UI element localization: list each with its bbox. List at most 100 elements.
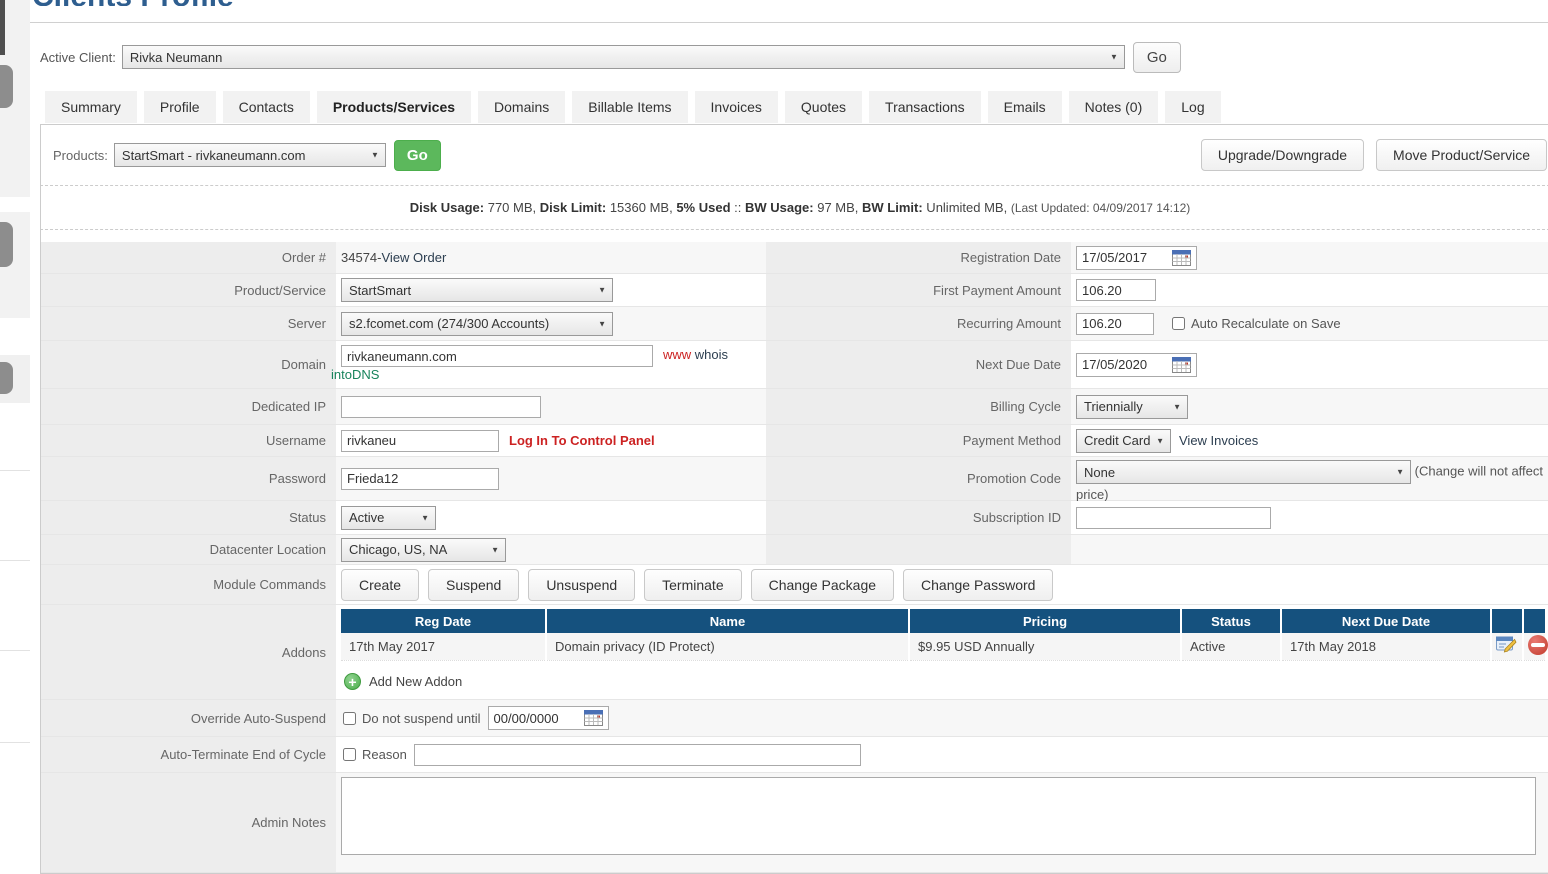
addon-next-due: 17th May 2018	[1281, 633, 1492, 661]
active-client-go-button[interactable]: Go	[1132, 41, 1181, 73]
tab-domains[interactable]: Domains	[478, 91, 566, 123]
products-toolbar: Products: StartSmart - rivkaneumann.com …	[41, 125, 1548, 185]
addons-label: Addons	[41, 605, 336, 700]
next-due-date-field	[1076, 352, 1197, 377]
auto-recalculate-label: Auto Recalculate on Save	[1191, 316, 1341, 331]
view-invoices-link[interactable]: View Invoices	[1179, 433, 1258, 448]
tab-products-services[interactable]: Products/Services	[316, 91, 472, 123]
server-select[interactable]: s2.fcomet.com (274/300 Accounts)	[341, 311, 613, 336]
tab-invoices[interactable]: Invoices	[694, 91, 778, 123]
auto-recalculate-checkbox[interactable]	[1172, 317, 1185, 330]
tab-emails[interactable]: Emails	[987, 91, 1062, 123]
addons-header-reg-date: Reg Date	[341, 609, 547, 633]
view-order-link[interactable]: View Order	[382, 250, 447, 265]
promotion-code-label: Promotion Code	[766, 457, 1071, 501]
addons-table: Reg Date Name Pricing Status Next Due Da…	[341, 609, 1548, 661]
product-service-select[interactable]: StartSmart	[341, 278, 613, 302]
recurring-amount-label: Recurring Amount	[766, 307, 1071, 341]
password-label: Password	[41, 457, 336, 501]
www-link[interactable]: www	[663, 347, 691, 362]
upgrade-downgrade-button[interactable]: Upgrade/Downgrade	[1200, 139, 1365, 171]
move-product-service-button[interactable]: Move Product/Service	[1376, 139, 1547, 171]
divider	[30, 22, 1548, 23]
whois-link[interactable]: whois	[695, 347, 728, 362]
admin-notes-label: Admin Notes	[41, 773, 336, 873]
edit-addon-icon[interactable]	[1496, 636, 1517, 653]
module-commands-label: Module Commands	[41, 565, 336, 605]
subscription-id-label: Subscription ID	[766, 501, 1071, 535]
dedicated-ip-input[interactable]	[341, 395, 541, 418]
create-button[interactable]: Create	[341, 568, 420, 601]
addons-header-status: Status	[1181, 609, 1282, 633]
datacenter-location-select[interactable]: Chicago, US, NA	[341, 537, 506, 562]
username-input[interactable]	[341, 429, 499, 452]
tab-quotes[interactable]: Quotes	[784, 91, 863, 123]
tab-summary[interactable]: Summary	[45, 91, 137, 123]
datacenter-location-label: Datacenter Location	[41, 535, 336, 565]
recurring-amount-input[interactable]	[1076, 312, 1154, 335]
calendar-icon[interactable]	[1172, 249, 1192, 267]
divider	[0, 742, 30, 743]
server-label: Server	[41, 307, 336, 341]
status-select[interactable]: Active	[341, 505, 436, 530]
calendar-icon[interactable]	[583, 709, 604, 727]
collapsed-sidebar	[0, 0, 30, 817]
intodns-link[interactable]: intoDNS	[331, 367, 379, 382]
override-auto-suspend-row: Override Auto-Suspend Do not suspend unt…	[41, 700, 1548, 737]
change-password-button[interactable]: Change Password	[903, 568, 1054, 601]
sidebar-button-fragment	[0, 65, 13, 108]
tab-notes[interactable]: Notes (0)	[1068, 91, 1159, 123]
payment-method-label: Payment Method	[766, 425, 1071, 457]
addons-header-delete-col	[1523, 609, 1547, 633]
first-payment-input[interactable]	[1076, 279, 1156, 301]
calendar-icon[interactable]	[1172, 356, 1192, 374]
products-label: Products:	[53, 147, 108, 163]
tab-profile[interactable]: Profile	[143, 91, 216, 123]
override-auto-suspend-checkbox[interactable]	[343, 711, 356, 725]
addon-status: Active	[1181, 633, 1282, 661]
products-services-panel: Products: StartSmart - rivkaneumann.com …	[40, 124, 1548, 874]
subscription-id-input[interactable]	[1076, 506, 1271, 529]
active-client-row: Active Client: Rivka Neumann Go	[40, 40, 1548, 74]
password-input[interactable]	[341, 467, 499, 490]
payment-method-select[interactable]: Credit Card	[1076, 428, 1171, 453]
change-package-button[interactable]: Change Package	[750, 568, 895, 601]
admin-notes-textarea[interactable]	[341, 777, 1536, 855]
domain-input[interactable]	[341, 345, 653, 367]
registration-date-input[interactable]	[1077, 247, 1172, 268]
auto-terminate-label: Auto-Terminate End of Cycle	[41, 737, 336, 773]
products-go-button[interactable]: Go	[393, 139, 441, 171]
status-label: Status	[41, 501, 336, 535]
tab-transactions[interactable]: Transactions	[869, 91, 981, 123]
empty-value-cell	[1071, 535, 1548, 565]
next-due-date-label: Next Due Date	[766, 341, 1071, 389]
suspend-button[interactable]: Suspend	[428, 568, 520, 601]
addons-header-edit-col	[1491, 609, 1524, 633]
reason-input[interactable]	[413, 743, 861, 766]
suspend-until-input[interactable]	[488, 708, 584, 728]
billing-cycle-select[interactable]: Triennially	[1076, 394, 1188, 419]
active-client-select[interactable]: Rivka Neumann	[121, 45, 1125, 69]
domain-label: Domain	[41, 341, 336, 389]
products-select[interactable]: StartSmart - rivkaneumann.com	[113, 143, 386, 167]
promotion-code-select[interactable]: None	[1076, 460, 1411, 484]
add-new-addon-button[interactable]: + Add New Addon	[344, 669, 1548, 695]
auto-terminate-checkbox[interactable]	[343, 748, 356, 761]
terminate-button[interactable]: Terminate	[644, 568, 742, 601]
delete-addon-icon[interactable]	[1528, 634, 1548, 655]
registration-date-field	[1076, 245, 1197, 270]
first-payment-label: First Payment Amount	[766, 274, 1071, 307]
active-client-label: Active Client:	[40, 49, 116, 65]
tab-contacts[interactable]: Contacts	[222, 91, 310, 123]
tab-log[interactable]: Log	[1165, 91, 1221, 123]
addons-row: Addons Reg Date Name Pricing Status Next…	[41, 605, 1548, 700]
product-details-form: Order # 34574 - View Order Registration …	[41, 242, 1548, 565]
unsuspend-button[interactable]: Unsuspend	[528, 568, 636, 601]
sidebar-button-fragment	[0, 222, 13, 267]
login-control-panel-link[interactable]: Log In To Control Panel	[509, 433, 655, 448]
sidebar-edge-bar	[0, 0, 5, 55]
next-due-date-input[interactable]	[1077, 354, 1172, 375]
addon-pricing: $9.95 USD Annually	[909, 633, 1182, 661]
tab-billable-items[interactable]: Billable Items	[572, 91, 688, 123]
auto-terminate-row: Auto-Terminate End of Cycle Reason	[41, 737, 1548, 773]
